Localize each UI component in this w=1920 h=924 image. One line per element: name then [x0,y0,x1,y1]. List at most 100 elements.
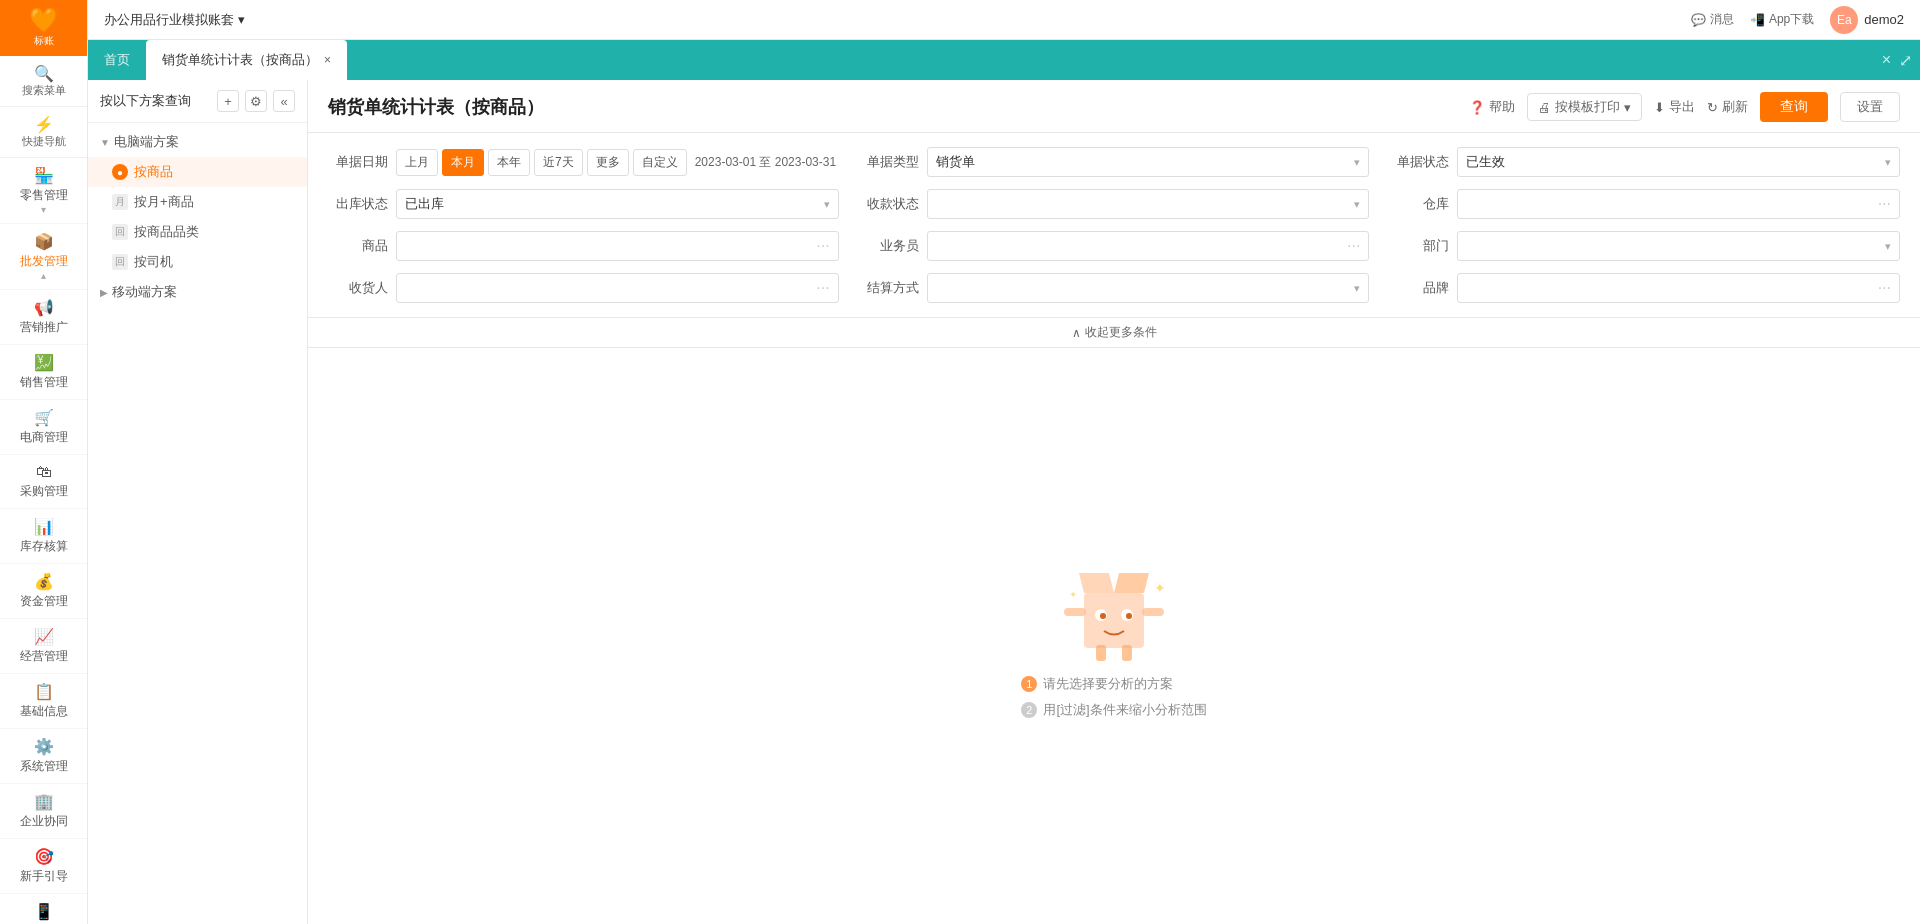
warehouse-input[interactable]: ··· [1457,189,1900,219]
quick-nav-label: 快捷导航 [4,134,83,149]
salesperson-control: ··· [927,231,1370,261]
product-input[interactable]: ··· [396,231,839,261]
message-icon: 💬 [1691,13,1706,27]
tree-item-by-month-product[interactable]: 月 按月+商品 [88,187,307,217]
tree-item-by-company[interactable]: 回 按司机 [88,247,307,277]
sidebar-item-purchase-label: 采购管理 [20,483,68,500]
out-status-select[interactable]: 已出库 ▾ [396,189,839,219]
date-btn-last-month[interactable]: 上月 [396,149,438,176]
app-download-btn[interactable]: 📲 App下载 [1750,11,1814,28]
industry-selector[interactable]: 办公用品行业模拟账套 ▾ [104,11,245,29]
tab-maximize-btn[interactable]: ⤢ [1899,51,1912,70]
date-range-text: 2023-03-01 至 2023-03-31 [695,154,836,171]
filter-item-payment-status: 收款状态 ▾ [859,189,1370,219]
tab-minimize-btn[interactable]: × [1882,51,1891,69]
page-actions: ❓ 帮助 🖨 按模板打印 ▾ ⬇ 导出 ↻ [1469,92,1900,122]
user-section[interactable]: Ea demo2 [1830,6,1904,34]
settings-button[interactable]: 设置 [1840,92,1900,122]
tree-item-by-product[interactable]: ● 按商品 [88,157,307,187]
avatar: Ea [1830,6,1858,34]
svg-rect-0 [1084,593,1144,648]
filter-item-receiver: 收货人 ··· [328,273,839,303]
filter-item-doc-type: 单据类型 销货单 ▾ [859,147,1370,177]
doc-type-arrow-icon: ▾ [1354,156,1360,169]
message-btn[interactable]: 💬 消息 [1691,11,1734,28]
department-select[interactable]: ▾ [1457,231,1900,261]
refresh-btn[interactable]: ↻ 刷新 [1707,98,1748,116]
sidebar-item-purchase[interactable]: 🛍 采购管理 [0,455,87,509]
search-menu-item[interactable]: 🔍 搜索菜单 [0,56,87,107]
empty-tip-2: 2 用[过滤]条件来缩小分析范围 [1021,701,1206,719]
brand-input[interactable]: ··· [1457,273,1900,303]
template-print-btn[interactable]: 🖨 按模板打印 ▾ [1527,93,1642,121]
tree-mobile-group[interactable]: ▶ 移动端方案 [88,277,307,307]
payment-status-select[interactable]: ▾ [927,189,1370,219]
collapse-panel-btn[interactable]: « [273,90,295,112]
sidebar-item-enterprise[interactable]: 🏢 企业协同 [0,784,87,839]
settings-scheme-btn[interactable]: ⚙ [245,90,267,112]
collapse-btn[interactable]: ∧ 收起更多条件 [1072,324,1157,341]
out-status-label: 出库状态 [328,195,388,213]
svg-text:✦: ✦ [1154,580,1166,596]
doc-type-label: 单据类型 [859,153,919,171]
sidebar-item-inventory-label: 库存核算 [20,538,68,555]
receiver-input[interactable]: ··· [396,273,839,303]
doc-type-select[interactable]: 销货单 ▾ [927,147,1370,177]
sidebar-item-inventory[interactable]: 📊 库存核算 [0,509,87,564]
sidebar-item-retail[interactable]: 🏪 零售管理 ▾ [0,158,87,224]
sidebar-item-wholesale-label: 批发管理 [20,253,68,270]
tab-active-label: 销货单统计计表（按商品） [162,51,318,69]
export-btn[interactable]: ⬇ 导出 [1654,98,1695,116]
purchase-icon: 🛍 [36,463,52,481]
sidebar-item-operations[interactable]: 📈 经营管理 [0,619,87,674]
industry-arrow-icon: ▾ [238,12,245,27]
product-label: 商品 [328,237,388,255]
guide-icon: 🎯 [34,847,54,866]
settlement-select[interactable]: ▾ [927,273,1370,303]
sidebar-item-marketing[interactable]: 📢 营销推广 [0,290,87,345]
sidebar-item-sales-label: 销售管理 [20,374,68,391]
by-company-icon: 回 [112,254,128,270]
tree-item-by-product-category[interactable]: 回 按商品品类 [88,217,307,247]
quick-nav-item[interactable]: ⚡ 快捷导航 [0,107,87,158]
tree-pc-group[interactable]: ▼ 电脑端方案 [88,127,307,157]
query-button[interactable]: 查询 [1760,92,1828,122]
out-status-arrow-icon: ▾ [824,198,830,211]
sidebar-item-wholesale[interactable]: 📦 批发管理 ▴ [0,224,87,290]
page-title: 销货单统计计表（按商品） [328,95,544,119]
date-btn-this-month[interactable]: 本月 [442,149,484,176]
help-btn[interactable]: ❓ 帮助 [1469,98,1515,116]
sales-icon: 💹 [34,353,54,372]
settlement-arrow-icon: ▾ [1354,282,1360,295]
wholesale-expand-icon: ▴ [41,270,46,281]
operations-icon: 📈 [34,627,54,646]
receiver-label: 收货人 [328,279,388,297]
retail-expand-icon: ▾ [41,204,46,215]
by-product-active-icon: ● [112,164,128,180]
salesperson-label: 业务员 [859,237,919,255]
svg-marker-1 [1079,573,1114,593]
date-btn-more[interactable]: 更多 [587,149,629,176]
salesperson-input[interactable]: ··· [927,231,1370,261]
sidebar-item-guide[interactable]: 🎯 新手引导 [0,839,87,894]
tree-expand-icon: ▼ [100,137,110,148]
tab-close-icon[interactable]: × [324,53,331,67]
date-btn-this-year[interactable]: 本年 [488,149,530,176]
page-title-row: 销货单统计计表（按商品） ❓ 帮助 🖨 按模板打印 ▾ ⬇ [328,92,1900,132]
date-btn-7days[interactable]: 近7天 [534,149,583,176]
sidebar-item-finance[interactable]: 💰 资金管理 [0,564,87,619]
tab-home[interactable]: 首页 [88,40,146,80]
sidebar-item-basic[interactable]: 📋 基础信息 [0,674,87,729]
settings-icon: ⚙ [250,94,262,109]
doc-status-select[interactable]: 已生效 ▾ [1457,147,1900,177]
empty-state: ✦ ✦ 1 请先选择要分析的方案 2 用[过滤]条件来缩小分析范围 [308,348,1920,924]
sidebar-item-sales[interactable]: 💹 销售管理 [0,345,87,400]
tree-pc-group-label: 电脑端方案 [114,133,179,151]
add-scheme-btn[interactable]: + [217,90,239,112]
tab-active[interactable]: 销货单统计计表（按商品） × [146,40,347,80]
sidebar-item-apps[interactable]: 📱 应用中心 [0,894,87,924]
sidebar-item-ecommerce[interactable]: 🛒 电商管理 [0,400,87,455]
sidebar-item-system[interactable]: ⚙️ 系统管理 [0,729,87,784]
date-btn-custom[interactable]: 自定义 [633,149,687,176]
filter-row-3: 商品 ··· 业务员 [328,231,1900,261]
